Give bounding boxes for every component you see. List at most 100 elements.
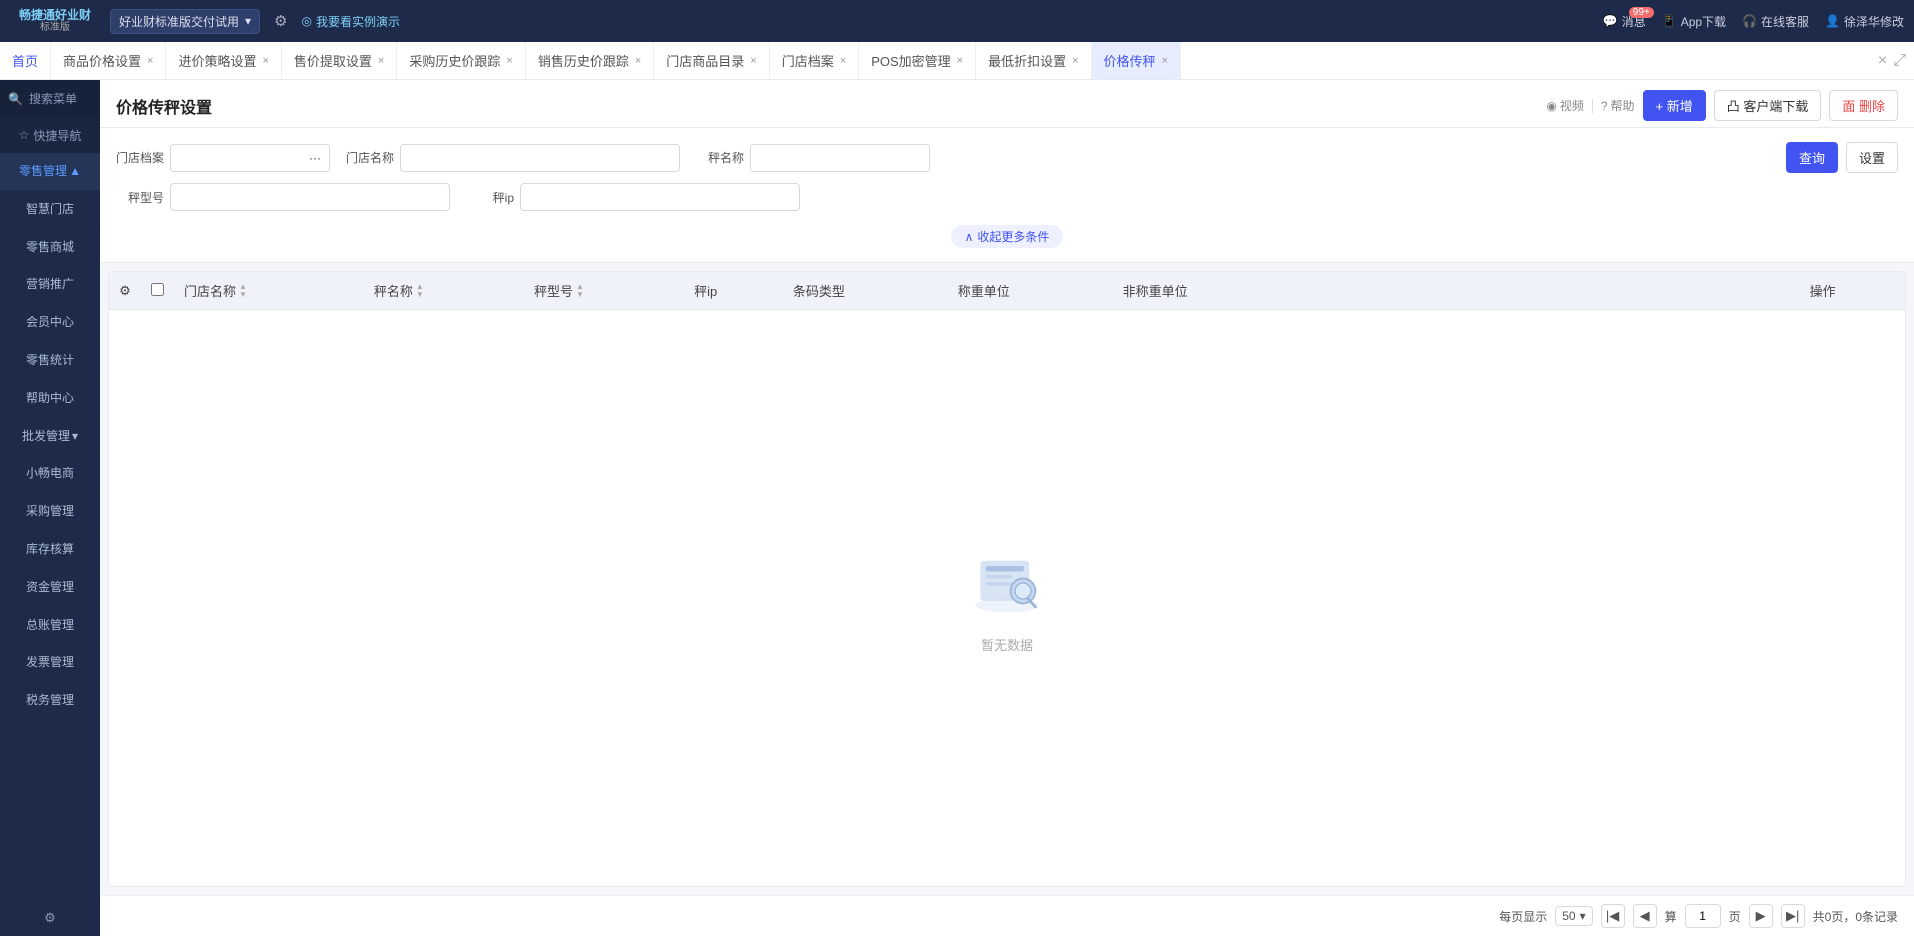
sidebar-item-finance-label: 资金管理: [26, 580, 74, 594]
table-area: ⚙ 门店名称 ▲▼: [108, 271, 1906, 887]
message-btn[interactable]: 💬 消息 99+: [1603, 13, 1646, 30]
version-label: 好业财标准版交付试用: [119, 13, 239, 30]
scale-name-label: 秤名称: [696, 149, 744, 166]
empty-text: 暂无数据: [981, 635, 1033, 654]
table-header-checkbox[interactable]: [141, 272, 174, 310]
sidebar-item-finance[interactable]: 资金管理: [0, 569, 100, 607]
tab-price-setting-close[interactable]: ×: [147, 55, 153, 67]
tab-min-discount-close[interactable]: ×: [1072, 55, 1078, 67]
sidebar-bottom-settings[interactable]: ⚙: [0, 899, 100, 936]
video-label: 视频: [1560, 97, 1584, 114]
help-link[interactable]: ? 帮助: [1601, 97, 1635, 114]
sidebar-item-batch-mgmt[interactable]: 批发管理 ▾: [0, 418, 100, 456]
tab-store-catalog[interactable]: 门店商品目录 ×: [654, 42, 769, 80]
sidebar-item-marketing[interactable]: 营销推广: [0, 266, 100, 304]
sort-arrows-store-name[interactable]: ▲▼: [239, 283, 247, 299]
tab-store-profile-close[interactable]: ×: [840, 55, 846, 67]
settings-icon[interactable]: ⚙: [270, 8, 291, 34]
table-header-settings[interactable]: ⚙: [109, 272, 141, 310]
tab-sale-price-label: 售价提取设置: [294, 51, 372, 70]
select-all-checkbox[interactable]: [151, 283, 164, 296]
app-download-btn[interactable]: 📱 App下载: [1662, 13, 1726, 30]
sidebar-item-smart-store[interactable]: 智慧门店: [0, 191, 100, 229]
video-icon: ◉: [1546, 99, 1556, 113]
demo-link[interactable]: ◎ 我要看实例演示: [302, 13, 401, 30]
tab-price-setting[interactable]: 商品价格设置 ×: [51, 42, 166, 80]
store-profile-select[interactable]: ···: [170, 144, 330, 172]
sidebar-item-general-ledger[interactable]: 总账管理: [0, 607, 100, 645]
collapse-btn[interactable]: ∧ 收起更多条件: [951, 225, 1064, 248]
tab-purchase-history-close[interactable]: ×: [506, 55, 512, 67]
message-badge: 99+: [1629, 7, 1654, 18]
sidebar-item-marketing-label: 营销推广: [26, 277, 74, 291]
search-form: 门店档案 ··· 门店名称 秤名称 查询: [100, 128, 1914, 263]
page-prev-btn[interactable]: ◀: [1633, 904, 1657, 928]
page-last-btn[interactable]: ▶|: [1781, 904, 1805, 928]
page-word: 算: [1665, 908, 1677, 925]
tab-min-discount-label: 最低折扣设置: [988, 51, 1066, 70]
settings-button[interactable]: 设置: [1846, 142, 1898, 173]
sort-arrows-scale-name[interactable]: ▲▼: [416, 283, 424, 299]
sidebar-search-label: 搜索菜单: [29, 90, 77, 107]
tab-sale-price[interactable]: 售价提取设置 ×: [282, 42, 397, 80]
tab-home[interactable]: 首页: [0, 42, 51, 80]
download-button[interactable]: 凸 客户端下载: [1714, 90, 1822, 121]
top-right: 💬 消息 99+ 📱 App下载 🎧 在线客服 👤 徐泽华修改: [1603, 13, 1904, 30]
tab-store-profile[interactable]: 门店档案 ×: [770, 42, 859, 80]
help-label: 帮助: [1611, 97, 1635, 114]
col-scale-ip-label: 秤ip: [694, 284, 717, 299]
online-service-btn[interactable]: 🎧 在线客服: [1742, 13, 1809, 30]
tab-price-scale[interactable]: 价格传秤 ×: [1092, 42, 1181, 80]
tab-sale-price-close[interactable]: ×: [378, 55, 384, 67]
scale-name-input[interactable]: [750, 144, 930, 172]
sort-arrows-scale-model[interactable]: ▲▼: [576, 283, 584, 299]
sidebar-item-retail-mall[interactable]: 零售商城: [0, 229, 100, 267]
tab-purchase-strategy[interactable]: 进价策略设置 ×: [166, 42, 281, 80]
gear-icon: ⚙: [44, 910, 56, 925]
tab-expand-icon[interactable]: ⤢: [1893, 52, 1906, 70]
sidebar-search[interactable]: 🔍 搜索菜单: [0, 80, 100, 117]
delete-button[interactable]: 面 删除: [1829, 90, 1898, 121]
sidebar-item-invoice-mgmt[interactable]: 发票管理: [0, 644, 100, 682]
tab-close-all-icon[interactable]: ×: [1878, 52, 1887, 70]
sidebar-item-help-center[interactable]: 帮助中心: [0, 380, 100, 418]
page-size-select[interactable]: 50 ▾: [1555, 906, 1592, 926]
query-button[interactable]: 查询: [1786, 142, 1838, 173]
tab-price-scale-close[interactable]: ×: [1162, 55, 1168, 67]
version-selector[interactable]: 好业财标准版交付试用 ▾: [110, 9, 260, 34]
total-text: 共0页，0条记录: [1813, 908, 1898, 925]
tab-min-discount[interactable]: 最低折扣设置 ×: [976, 42, 1091, 80]
sidebar-item-tax-mgmt[interactable]: 税务管理: [0, 682, 100, 720]
sidebar-item-retail-stats[interactable]: 零售统计: [0, 342, 100, 380]
tab-purchase-strategy-close[interactable]: ×: [262, 55, 268, 67]
sidebar-item-inventory[interactable]: 库存核算: [0, 531, 100, 569]
sidebar-item-purchase-mgmt[interactable]: 采购管理: [0, 493, 100, 531]
video-link[interactable]: ◉ 视频: [1546, 97, 1584, 114]
table-header-action: 操作: [1800, 272, 1905, 310]
sidebar-item-member-center[interactable]: 会员中心: [0, 304, 100, 342]
scale-ip-input[interactable]: [520, 183, 800, 211]
tab-pos-manage[interactable]: POS加密管理 ×: [859, 42, 976, 80]
tab-store-catalog-close[interactable]: ×: [750, 55, 756, 67]
sidebar-quick-nav-label: 快捷导航: [33, 127, 81, 144]
page-next-btn[interactable]: ▶: [1749, 904, 1773, 928]
scale-model-input[interactable]: [170, 183, 450, 211]
tab-sale-history-close[interactable]: ×: [635, 55, 641, 67]
user-area[interactable]: 👤 徐泽华修改: [1825, 13, 1904, 30]
add-button[interactable]: + 新增: [1643, 90, 1706, 121]
tab-purchase-history[interactable]: 采购历史价跟踪 ×: [397, 42, 525, 80]
tab-pos-manage-close[interactable]: ×: [957, 55, 963, 67]
page-first-btn[interactable]: |◀: [1601, 904, 1625, 928]
col-weight-unit-label: 称重单位: [958, 284, 1010, 299]
store-name-input[interactable]: [400, 144, 680, 172]
help-icon: ?: [1601, 99, 1608, 113]
sidebar-item-retail-mgmt[interactable]: 零售管理 ▲: [0, 153, 100, 191]
page-input[interactable]: [1685, 904, 1721, 928]
table-header-weight-unit: 称重单位: [948, 272, 1113, 310]
tab-sale-history[interactable]: 销售历史价跟踪 ×: [526, 42, 654, 80]
col-scale-name-label: 秤名称: [374, 281, 413, 300]
sidebar-item-mini-ecom[interactable]: 小畅电商: [0, 455, 100, 493]
star-icon: ☆: [19, 128, 30, 142]
user-icon: 👤: [1825, 14, 1840, 28]
sidebar-quick-nav[interactable]: ☆ 快捷导航: [0, 117, 100, 153]
